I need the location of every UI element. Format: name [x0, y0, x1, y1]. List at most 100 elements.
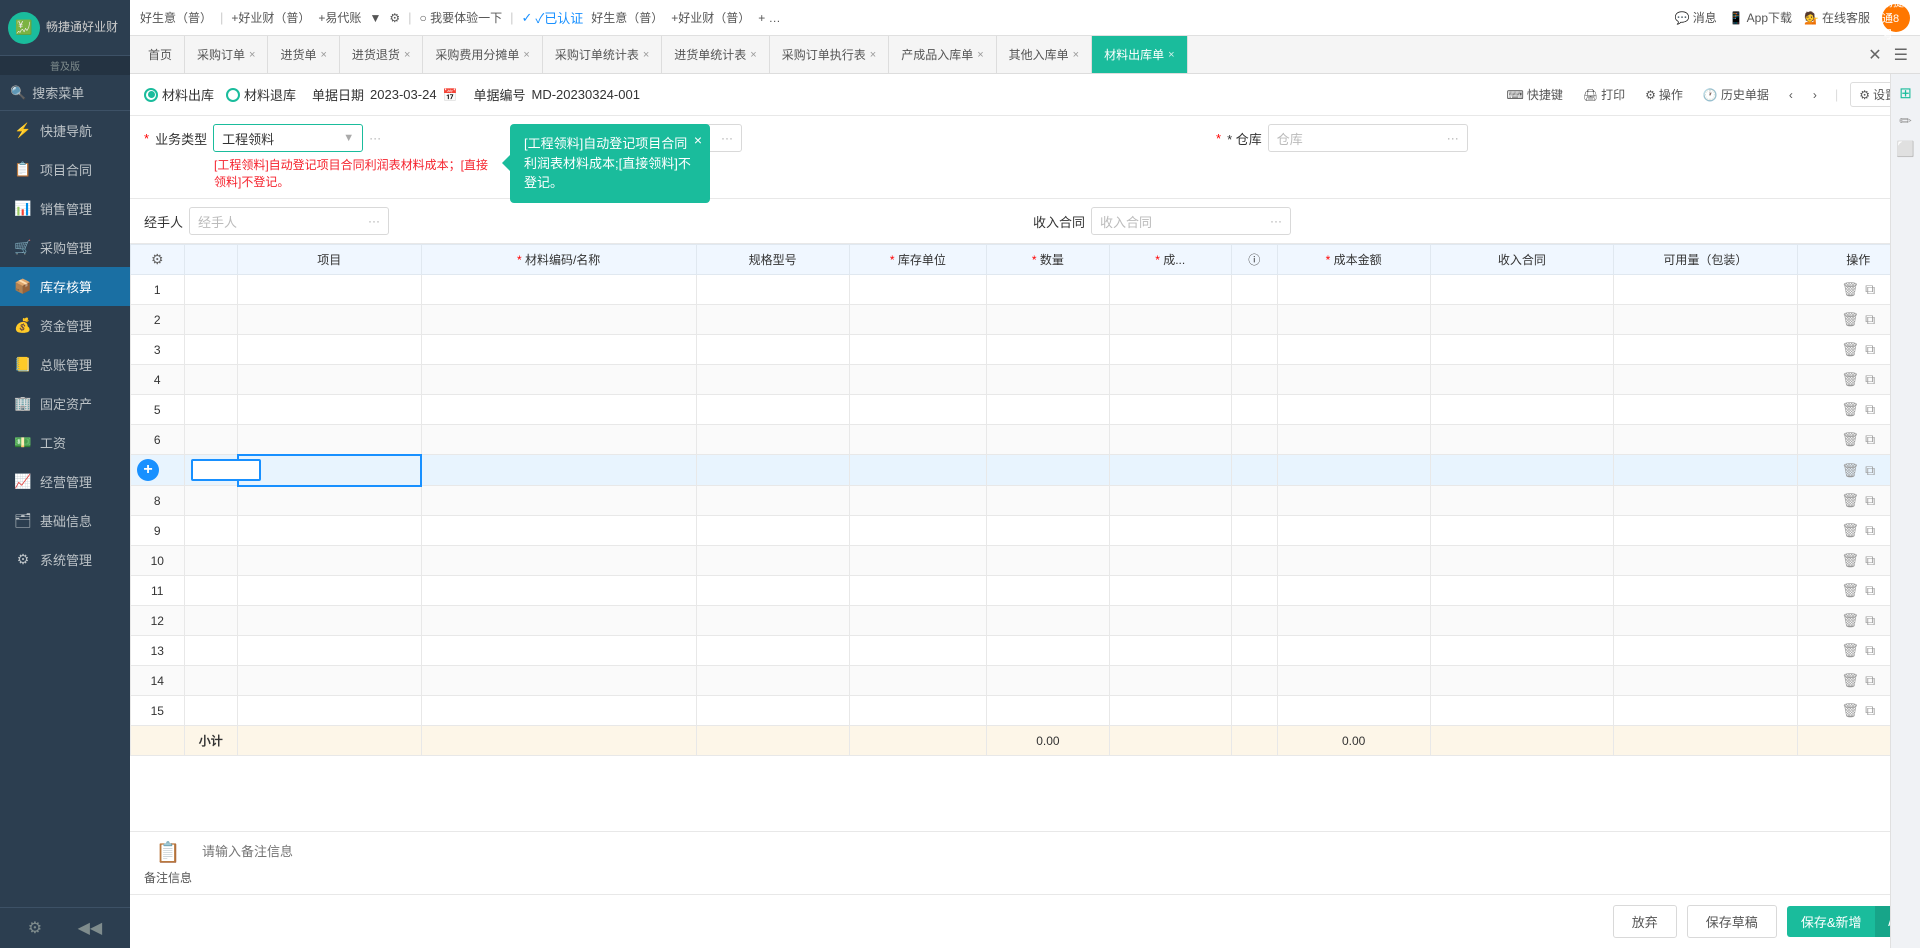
- copy-row-icon[interactable]: ⧉: [1865, 492, 1875, 509]
- topbar-more[interactable]: + …: [758, 11, 780, 25]
- history-button[interactable]: 🕐 历史单据: [1697, 83, 1775, 106]
- right-panel-table-icon[interactable]: ⊞: [1899, 84, 1912, 102]
- delete-row-icon[interactable]: 🗑: [1841, 642, 1859, 659]
- delete-row-icon[interactable]: 🗑: [1841, 552, 1859, 569]
- add-row-button[interactable]: +: [137, 459, 159, 481]
- delete-row-icon[interactable]: 🗑: [1841, 431, 1859, 448]
- right-panel-edit-icon[interactable]: ✏: [1899, 112, 1912, 130]
- delete-row-icon[interactable]: 🗑: [1841, 582, 1859, 599]
- delete-row-icon[interactable]: 🗑: [1841, 462, 1859, 479]
- calendar-icon[interactable]: 📅: [443, 88, 458, 102]
- prev-button[interactable]: ‹: [1783, 85, 1799, 105]
- tab-purchase-order[interactable]: 采购订单 ×: [185, 36, 268, 74]
- copy-row-icon[interactable]: ⧉: [1865, 582, 1875, 599]
- sidebar-item-ledger[interactable]: 📒 总账管理: [0, 345, 130, 384]
- collapse-icon[interactable]: ◀◀: [78, 918, 103, 938]
- delete-row-icon[interactable]: 🗑: [1841, 492, 1859, 509]
- business-type-input[interactable]: 工程领料 ▼: [213, 124, 363, 152]
- topbar-good-finance[interactable]: +好业财（普）: [231, 9, 310, 26]
- delete-row-icon[interactable]: 🗑: [1841, 522, 1859, 539]
- topbar-app-download[interactable]: 📱 App下载: [1729, 9, 1792, 26]
- tab-home[interactable]: 首页: [136, 36, 185, 74]
- sidebar-item-ops[interactable]: 📈 经营管理: [0, 462, 130, 501]
- discard-button[interactable]: 放弃: [1613, 905, 1677, 938]
- th-settings[interactable]: ⚙: [131, 245, 185, 275]
- next-button[interactable]: ›: [1807, 85, 1823, 105]
- sidebar-item-system[interactable]: ⚙ 系统管理: [0, 540, 130, 579]
- topbar-good-biz[interactable]: 好生意（普）: [140, 9, 212, 26]
- delete-row-icon[interactable]: 🗑: [1841, 702, 1859, 719]
- copy-row-icon[interactable]: ⧉: [1865, 702, 1875, 719]
- sidebar-item-quick[interactable]: ⚡ 快捷导航: [0, 111, 130, 150]
- bill-date-value[interactable]: 2023-03-24: [370, 87, 437, 102]
- print-button[interactable]: 🖨 打印: [1577, 83, 1631, 106]
- tab-close-icon[interactable]: ×: [523, 49, 529, 61]
- tab-goods-stat[interactable]: 进货单统计表 ×: [662, 36, 769, 74]
- notes-input[interactable]: [202, 840, 1906, 863]
- tab-close-icon[interactable]: ×: [870, 49, 876, 61]
- warehouse-input[interactable]: 仓库 ···: [1268, 124, 1468, 152]
- delete-row-icon[interactable]: 🗑: [1841, 341, 1859, 358]
- topbar-dropdown[interactable]: ▼: [369, 11, 381, 25]
- tab-purchase-exec[interactable]: 采购订单执行表 ×: [770, 36, 889, 74]
- user-avatar[interactable]: 畅捷通8号: [1882, 4, 1910, 32]
- sidebar-item-basic[interactable]: 🗂 基础信息: [0, 501, 130, 540]
- tab-goods-in[interactable]: 进货单 ×: [268, 36, 339, 74]
- topbar-biz2[interactable]: 好生意（普）: [591, 9, 663, 26]
- delete-row-icon[interactable]: 🗑: [1841, 281, 1859, 298]
- tab-product-in[interactable]: 产成品入库单 ×: [889, 36, 996, 74]
- tab-material-out[interactable]: 材料出库单 ×: [1092, 36, 1187, 74]
- tab-other-in[interactable]: 其他入库单 ×: [997, 36, 1092, 74]
- sidebar-item-assets[interactable]: 🏢 固定资产: [0, 384, 130, 423]
- sidebar-item-inventory[interactable]: 📦 库存核算: [0, 267, 130, 306]
- tab-close-icon[interactable]: ×: [643, 49, 649, 61]
- sidebar-search[interactable]: 🔍 搜索菜单: [0, 75, 130, 111]
- topbar-gear-icon[interactable]: ⚙: [389, 11, 400, 25]
- delete-row-icon[interactable]: 🗑: [1841, 672, 1859, 689]
- tab-close-icon[interactable]: ×: [1168, 49, 1174, 61]
- tab-goods-return[interactable]: 进货退货 ×: [340, 36, 423, 74]
- copy-row-icon[interactable]: ⧉: [1865, 401, 1875, 418]
- tab-close-icon[interactable]: ×: [1073, 49, 1079, 61]
- business-type-dots[interactable]: ···: [369, 131, 381, 145]
- income-contract-input[interactable]: 收入合同 ···: [1091, 207, 1291, 235]
- sidebar-item-finance[interactable]: 💰 资金管理: [0, 306, 130, 345]
- copy-row-icon[interactable]: ⧉: [1865, 462, 1875, 479]
- sidebar-item-payroll[interactable]: 💵 工资: [0, 423, 130, 462]
- save-draft-button[interactable]: 保存草稿: [1687, 905, 1777, 938]
- active-cell-input[interactable]: [191, 459, 261, 481]
- sidebar-item-project[interactable]: 📋 项目合同: [0, 150, 130, 189]
- delete-row-icon[interactable]: 🗑: [1841, 371, 1859, 388]
- settings-bottom-icon[interactable]: ⚙: [28, 918, 42, 938]
- topbar-message[interactable]: 💬 消息: [1675, 9, 1717, 26]
- gear-icon[interactable]: ⚙: [151, 251, 164, 267]
- tab-close-icon[interactable]: ×: [320, 49, 326, 61]
- close-all-icon[interactable]: ✕: [1864, 43, 1885, 67]
- topbar-experience[interactable]: ○ 我要体验一下: [419, 9, 502, 26]
- tab-close-icon[interactable]: ×: [977, 49, 983, 61]
- topbar-finance2[interactable]: +好业财（普）: [671, 9, 750, 26]
- right-panel-green-icon[interactable]: ⬜: [1896, 140, 1915, 158]
- operations-button[interactable]: ⚙ 操作: [1639, 83, 1689, 106]
- save-new-button[interactable]: 保存&新增: [1787, 906, 1876, 937]
- shortcut-button[interactable]: ⌨ 快捷键: [1500, 83, 1568, 106]
- copy-row-icon[interactable]: ⧉: [1865, 642, 1875, 659]
- sidebar-item-sales[interactable]: 📊 销售管理: [0, 189, 130, 228]
- delete-row-icon[interactable]: 🗑: [1841, 401, 1859, 418]
- sidebar-item-purchase[interactable]: 🛒 采购管理: [0, 228, 130, 267]
- radio-material-out[interactable]: 材料出库: [144, 85, 214, 104]
- copy-row-icon[interactable]: ⧉: [1865, 371, 1875, 388]
- tab-close-icon[interactable]: ×: [404, 49, 410, 61]
- handler-input[interactable]: 经手人 ···: [189, 207, 389, 235]
- tooltip-close-icon[interactable]: ×: [694, 130, 702, 151]
- copy-row-icon[interactable]: ⧉: [1865, 552, 1875, 569]
- tab-menu-icon[interactable]: ☰: [1890, 43, 1912, 67]
- copy-row-icon[interactable]: ⧉: [1865, 281, 1875, 298]
- copy-row-icon[interactable]: ⧉: [1865, 612, 1875, 629]
- topbar-online-service[interactable]: 💁 在线客服: [1804, 9, 1870, 26]
- copy-row-icon[interactable]: ⧉: [1865, 311, 1875, 328]
- radio-material-return[interactable]: 材料退库: [226, 85, 296, 104]
- copy-row-icon[interactable]: ⧉: [1865, 431, 1875, 448]
- copy-row-icon[interactable]: ⧉: [1865, 672, 1875, 689]
- tab-purchase-cost[interactable]: 采购费用分摊单 ×: [423, 36, 542, 74]
